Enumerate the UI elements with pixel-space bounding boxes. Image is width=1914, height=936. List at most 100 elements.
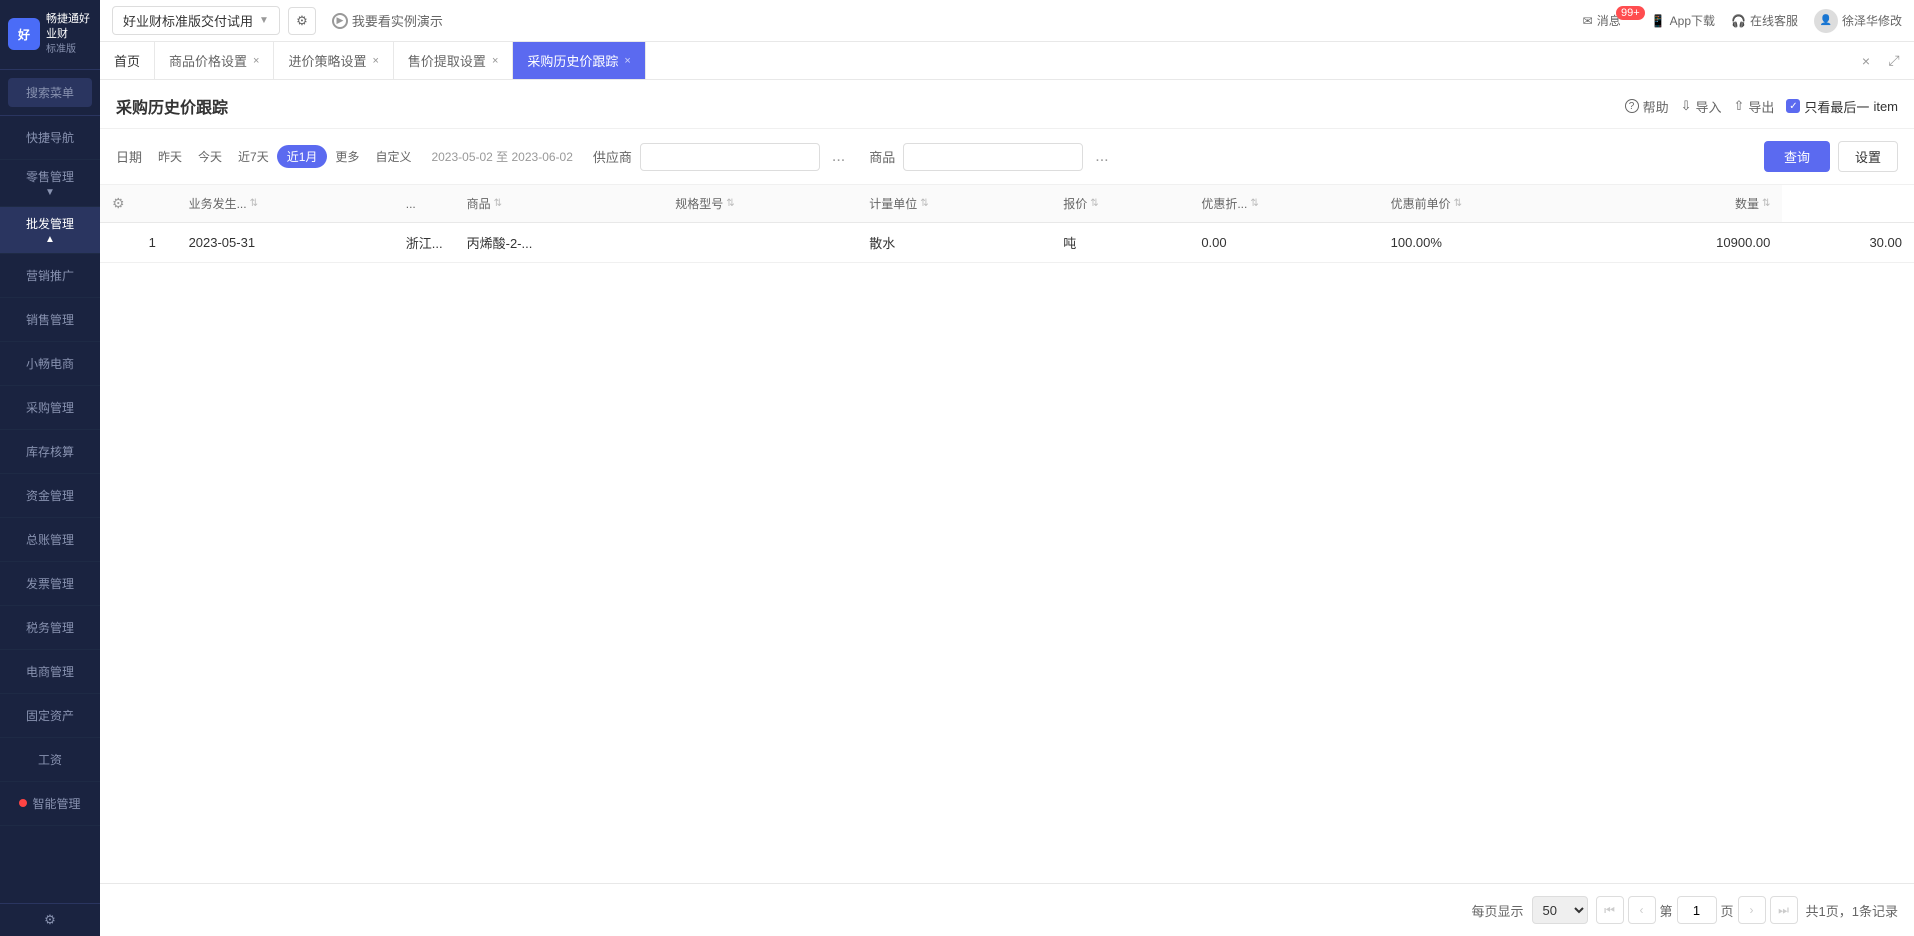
col-settings-gear-icon[interactable]: ⚙: [112, 195, 125, 211]
date-btn-today[interactable]: 今天: [190, 145, 230, 168]
tab-sale-price-close-icon[interactable]: ×: [492, 55, 498, 67]
date-filter-options: 昨天 今天 近7天 近1月 更多 自定义: [150, 145, 419, 168]
sidebar-item-ecommerce[interactable]: 电商管理: [0, 650, 100, 694]
date-btn-last1m[interactable]: 近1月: [277, 145, 328, 168]
cell-pre-discount: 10900.00: [1600, 223, 1782, 263]
topbar: 好业财标准版交付试用 ▼ ⚙ ▶ 我要看实例演示 ✉ 消息 99+ 📱 App下…: [100, 0, 1914, 42]
only-last-checkbox[interactable]: ✓ 只看最后一 item: [1786, 97, 1898, 116]
sidebar-logo[interactable]: 好 畅捷通好业财 标准版: [0, 0, 100, 70]
sidebar-bottom-settings[interactable]: ⚙: [0, 903, 100, 936]
product-more-icon[interactable]: ...: [1091, 148, 1112, 166]
app-icon: 📱: [1651, 14, 1666, 28]
col-qty[interactable]: 数量 ⇅: [1600, 185, 1782, 223]
demo-button[interactable]: ▶ 我要看实例演示: [332, 11, 443, 30]
per-page-select[interactable]: 50 10 20 100: [1532, 896, 1588, 924]
import-label: 导入: [1695, 97, 1721, 116]
smart-dot-icon: [19, 799, 27, 807]
col-qty-sort: 数量 ⇅: [1735, 195, 1770, 212]
help-button[interactable]: ? 帮助: [1625, 97, 1669, 116]
sidebar-item-inventory[interactable]: 库存核算: [0, 430, 100, 474]
col-spec[interactable]: 规格型号 ⇅: [663, 185, 857, 223]
col-qty-sort-icon: ⇅: [1762, 198, 1770, 209]
sidebar-item-finance[interactable]: 资金管理: [0, 474, 100, 518]
demo-circle-icon: ▶: [332, 13, 348, 29]
sidebar-item-accounting[interactable]: 总账管理: [0, 518, 100, 562]
tab-product-price-close-icon[interactable]: ×: [253, 55, 259, 67]
sidebar-item-wholesale[interactable]: 批发管理 ▲: [0, 207, 100, 254]
filter-settings-button[interactable]: 设置: [1838, 141, 1898, 172]
support-button[interactable]: 🎧 在线客服: [1731, 12, 1798, 29]
query-button[interactable]: 查询: [1764, 141, 1830, 172]
col-settings[interactable]: ⚙: [100, 185, 137, 223]
col-more[interactable]: ...: [394, 185, 455, 223]
sidebar-item-tax[interactable]: 税务管理: [0, 606, 100, 650]
sidebar-item-quicknav[interactable]: 快捷导航: [0, 116, 100, 160]
close-tab-button[interactable]: ×: [1854, 49, 1878, 73]
user-name: 徐泽华修改: [1842, 12, 1902, 29]
col-pre-discount-sort-icon: ⇅: [1454, 198, 1462, 209]
date-btn-more[interactable]: 更多: [327, 145, 367, 168]
import-button[interactable]: ⇩ 导入: [1681, 97, 1722, 116]
col-discount[interactable]: 优惠折... ⇅: [1189, 185, 1378, 223]
date-range-display: 2023-05-02 至 2023-06-02: [431, 148, 572, 165]
page-title: 采购历史价跟踪: [116, 94, 228, 118]
product-filter-label: 商品: [869, 147, 895, 166]
col-unit[interactable]: 计量单位 ⇅: [857, 185, 1051, 223]
first-page-button[interactable]: ⏮: [1596, 896, 1624, 924]
col-date[interactable]: 业务发生... ⇅: [177, 185, 394, 223]
sidebar-item-sales[interactable]: 销售管理: [0, 298, 100, 342]
sidebar-item-smart[interactable]: 智能管理: [0, 782, 100, 826]
supplier-input[interactable]: [640, 143, 820, 171]
page-number-input[interactable]: [1677, 896, 1717, 924]
user-menu-button[interactable]: 👤 徐泽华修改: [1814, 9, 1902, 33]
message-badge: 99+: [1616, 6, 1645, 20]
next-page-button[interactable]: ›: [1738, 896, 1766, 924]
expand-tab-button[interactable]: ⤢: [1882, 49, 1906, 73]
cell-spec: [663, 223, 857, 263]
col-discount-label: 优惠折...: [1201, 195, 1247, 212]
tab-purchase-history-close-icon[interactable]: ×: [624, 55, 630, 67]
sidebar-item-retail[interactable]: 零售管理 ▼: [0, 160, 100, 207]
sidebar-item-salary[interactable]: 工资: [0, 738, 100, 782]
col-price[interactable]: 报价 ⇅: [1051, 185, 1189, 223]
search-menu-button[interactable]: 搜索菜单: [8, 78, 92, 107]
inventory-label: 库存核算: [26, 443, 74, 460]
table-container: ⚙ 业务发生... ⇅ ...: [100, 185, 1914, 883]
tab-sale-price[interactable]: 售价提取设置 ×: [394, 42, 513, 80]
tab-product-price[interactable]: 商品价格设置 ×: [155, 42, 274, 80]
sidebar-search-section: 搜索菜单: [0, 70, 100, 116]
sidebar-item-marketing[interactable]: 营销推广: [0, 254, 100, 298]
sidebar-settings-icon: ⚙: [44, 912, 56, 927]
app-download-button[interactable]: 📱 App下载: [1651, 12, 1715, 29]
tab-purchase-strategy[interactable]: 进价策略设置 ×: [274, 42, 393, 80]
export-button[interactable]: ⇧ 导出: [1734, 97, 1775, 116]
col-supplier-sort-icon: ⇅: [494, 198, 502, 209]
col-supplier[interactable]: 商品 ⇅: [455, 185, 664, 223]
col-spec-sort: 规格型号 ⇅: [675, 195, 734, 212]
message-button[interactable]: ✉ 消息 99+: [1583, 12, 1635, 29]
tab-home[interactable]: 首页: [100, 42, 155, 80]
sidebar-item-invoice[interactable]: 发票管理: [0, 562, 100, 606]
per-page-label: 每页显示: [1471, 901, 1523, 920]
sidebar-item-purchase[interactable]: 采购管理: [0, 386, 100, 430]
prev-page-button[interactable]: ‹: [1628, 896, 1656, 924]
version-selector[interactable]: 好业财标准版交付试用 ▼: [112, 6, 280, 35]
topbar-settings-button[interactable]: ⚙: [288, 7, 316, 35]
sidebar-item-ecommerce-small[interactable]: 小畅电商: [0, 342, 100, 386]
date-btn-yesterday[interactable]: 昨天: [150, 145, 190, 168]
product-input[interactable]: [903, 143, 1083, 171]
supplier-more-icon[interactable]: ...: [828, 148, 849, 166]
date-btn-last7[interactable]: 近7天: [230, 145, 277, 168]
col-price-sort-icon: ⇅: [1090, 198, 1098, 209]
col-discount-sort-icon: ⇅: [1250, 198, 1258, 209]
tab-purchase-history[interactable]: 采购历史价跟踪 ×: [513, 42, 645, 80]
col-qty-label: 数量: [1735, 195, 1759, 212]
tab-purchase-strategy-close-icon[interactable]: ×: [372, 55, 378, 67]
sidebar-item-assets[interactable]: 固定资产: [0, 694, 100, 738]
date-btn-custom[interactable]: 自定义: [367, 145, 419, 168]
smart-label: 智能管理: [32, 795, 80, 812]
col-pre-discount[interactable]: 优惠前单价 ⇅: [1379, 185, 1601, 223]
checkbox-check-icon: ✓: [1789, 101, 1797, 112]
tab-sale-price-label: 售价提取设置: [408, 51, 486, 70]
last-page-button[interactable]: ⏭: [1770, 896, 1798, 924]
